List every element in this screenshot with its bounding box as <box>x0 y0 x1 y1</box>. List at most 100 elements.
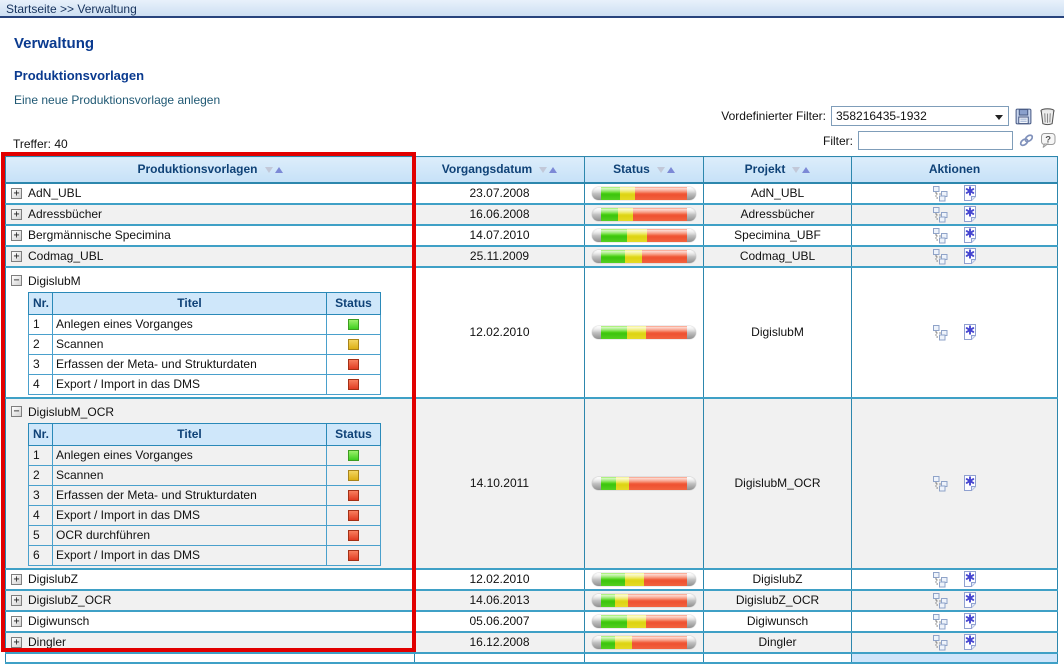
new-template-link[interactable]: Eine neue Produktionsvorlage anlegen <box>14 93 220 107</box>
progress-segments <box>601 477 687 490</box>
steps-table: Nr.TitelStatus1Anlegen eines Vorganges2S… <box>28 292 381 395</box>
sort-descending-icon[interactable] <box>539 167 547 173</box>
project-cell: Specimina_UBF <box>704 225 852 246</box>
progress-segments <box>601 229 687 242</box>
expand-icon[interactable]: + <box>11 209 22 220</box>
save-icon[interactable] <box>1014 107 1033 126</box>
workflow-structure-icon[interactable] <box>931 184 949 202</box>
workflow-structure-icon[interactable] <box>931 591 949 609</box>
column-header-vorgangsdatum[interactable]: Vorgangsdatum <box>415 157 585 183</box>
step-row: 4Export / Import in das DMS <box>29 505 381 525</box>
template-row-head: +Codmag_UBL <box>6 248 414 265</box>
sort-ascending-icon[interactable] <box>275 167 283 173</box>
expand-icon[interactable]: + <box>11 574 22 585</box>
expand-icon[interactable]: + <box>11 595 22 606</box>
filter-input[interactable] <box>858 131 1013 150</box>
create-process-icon[interactable] <box>961 591 979 609</box>
create-process-icon[interactable] <box>961 570 979 588</box>
workflow-structure-icon[interactable] <box>931 570 949 588</box>
progress-green-segment <box>601 250 625 263</box>
expand-icon[interactable]: + <box>11 188 22 199</box>
workflow-structure-icon[interactable] <box>931 612 949 630</box>
step-status-red-icon <box>348 550 359 561</box>
workflow-structure-icon[interactable] <box>931 247 949 265</box>
sort-ascending-icon[interactable] <box>549 167 557 173</box>
create-process-icon[interactable] <box>961 205 979 223</box>
create-process-icon[interactable] <box>961 247 979 265</box>
table-header-row: ProduktionsvorlagenVorgangsdatumStatusPr… <box>6 157 1058 183</box>
actions-cell <box>852 204 1058 225</box>
template-row-head: +Digiwunsch <box>6 613 414 630</box>
project-cell: Adressbücher <box>704 204 852 225</box>
workflow-structure-icon[interactable] <box>931 633 949 651</box>
column-header-projekt[interactable]: Projekt <box>704 157 852 183</box>
column-header-aktionen: Aktionen <box>852 157 1058 183</box>
expand-icon[interactable]: + <box>11 637 22 648</box>
project-cell: DigislubZ <box>704 569 852 590</box>
template-row-head: +Bergmännische Specimina <box>6 227 414 244</box>
column-header-produktionsvorlagen[interactable]: Produktionsvorlagen <box>6 157 415 183</box>
partial-cell <box>415 653 585 663</box>
delete-icon[interactable] <box>1038 107 1057 126</box>
process-date-cell: 12.02.2010 <box>415 569 585 590</box>
create-process-icon[interactable] <box>961 612 979 630</box>
reload-icon[interactable] <box>1018 132 1035 149</box>
template-row-head: −DigislubM_OCR <box>6 405 414 419</box>
predefined-filter-select[interactable]: 358216435-1932 <box>831 106 1009 126</box>
step-status-cell <box>327 354 381 374</box>
actions-group <box>852 633 1057 651</box>
collapse-icon[interactable]: − <box>11 406 22 417</box>
step-column-header-nr-: Nr. <box>29 292 53 314</box>
workflow-structure-icon[interactable] <box>931 323 949 341</box>
sort-descending-icon[interactable] <box>657 167 665 173</box>
status-cell <box>585 225 704 246</box>
step-status-red-icon <box>348 359 359 370</box>
step-column-header-nr-: Nr. <box>29 423 53 445</box>
sort-ascending-icon[interactable] <box>802 167 810 173</box>
expand-icon[interactable]: + <box>11 251 22 262</box>
progress-yellow-segment <box>615 636 632 649</box>
progress-segments <box>601 573 687 586</box>
step-number: 2 <box>29 465 53 485</box>
step-title: Erfassen der Meta- und Strukturdaten <box>53 485 327 505</box>
sort-descending-icon[interactable] <box>265 167 273 173</box>
progress-left-cap <box>592 326 601 339</box>
step-title: Scannen <box>53 465 327 485</box>
project-cell: AdN_UBL <box>704 183 852 204</box>
step-status-cell <box>327 525 381 545</box>
collapse-icon[interactable]: − <box>11 275 22 286</box>
sort-descending-icon[interactable] <box>792 167 800 173</box>
actions-group <box>852 591 1057 609</box>
expand-icon[interactable]: + <box>11 230 22 241</box>
create-process-icon[interactable] <box>961 226 979 244</box>
actions-cell <box>852 225 1058 246</box>
workflow-structure-icon[interactable] <box>931 474 949 492</box>
page-title: Verwaltung <box>14 35 1064 52</box>
create-process-icon[interactable] <box>961 323 979 341</box>
status-progress-bar <box>592 573 696 586</box>
actions-cell <box>852 632 1058 653</box>
sort-ascending-icon[interactable] <box>667 167 675 173</box>
expand-icon[interactable]: + <box>11 616 22 627</box>
status-progress-bar <box>592 615 696 628</box>
column-header-status[interactable]: Status <box>585 157 704 183</box>
actions-cell <box>852 569 1058 590</box>
workflow-structure-icon[interactable] <box>931 226 949 244</box>
create-process-icon[interactable] <box>961 184 979 202</box>
table-row-partial <box>6 653 1058 663</box>
workflow-structure-icon[interactable] <box>931 205 949 223</box>
help-icon[interactable]: ? <box>1040 132 1057 149</box>
progress-yellow-segment <box>616 477 629 490</box>
progress-yellow-segment <box>625 573 644 586</box>
progress-left-cap <box>592 636 601 649</box>
progress-yellow-segment <box>625 250 642 263</box>
progress-red-segment <box>647 229 687 242</box>
process-date-cell: 25.11.2009 <box>415 246 585 267</box>
breadcrumb-home-link[interactable]: Startseite <box>6 2 57 16</box>
create-process-icon[interactable] <box>961 633 979 651</box>
step-number: 3 <box>29 354 53 374</box>
step-row: 1Anlegen eines Vorganges <box>29 445 381 465</box>
create-process-icon[interactable] <box>961 474 979 492</box>
step-status-cell <box>327 445 381 465</box>
progress-left-cap <box>592 477 601 490</box>
